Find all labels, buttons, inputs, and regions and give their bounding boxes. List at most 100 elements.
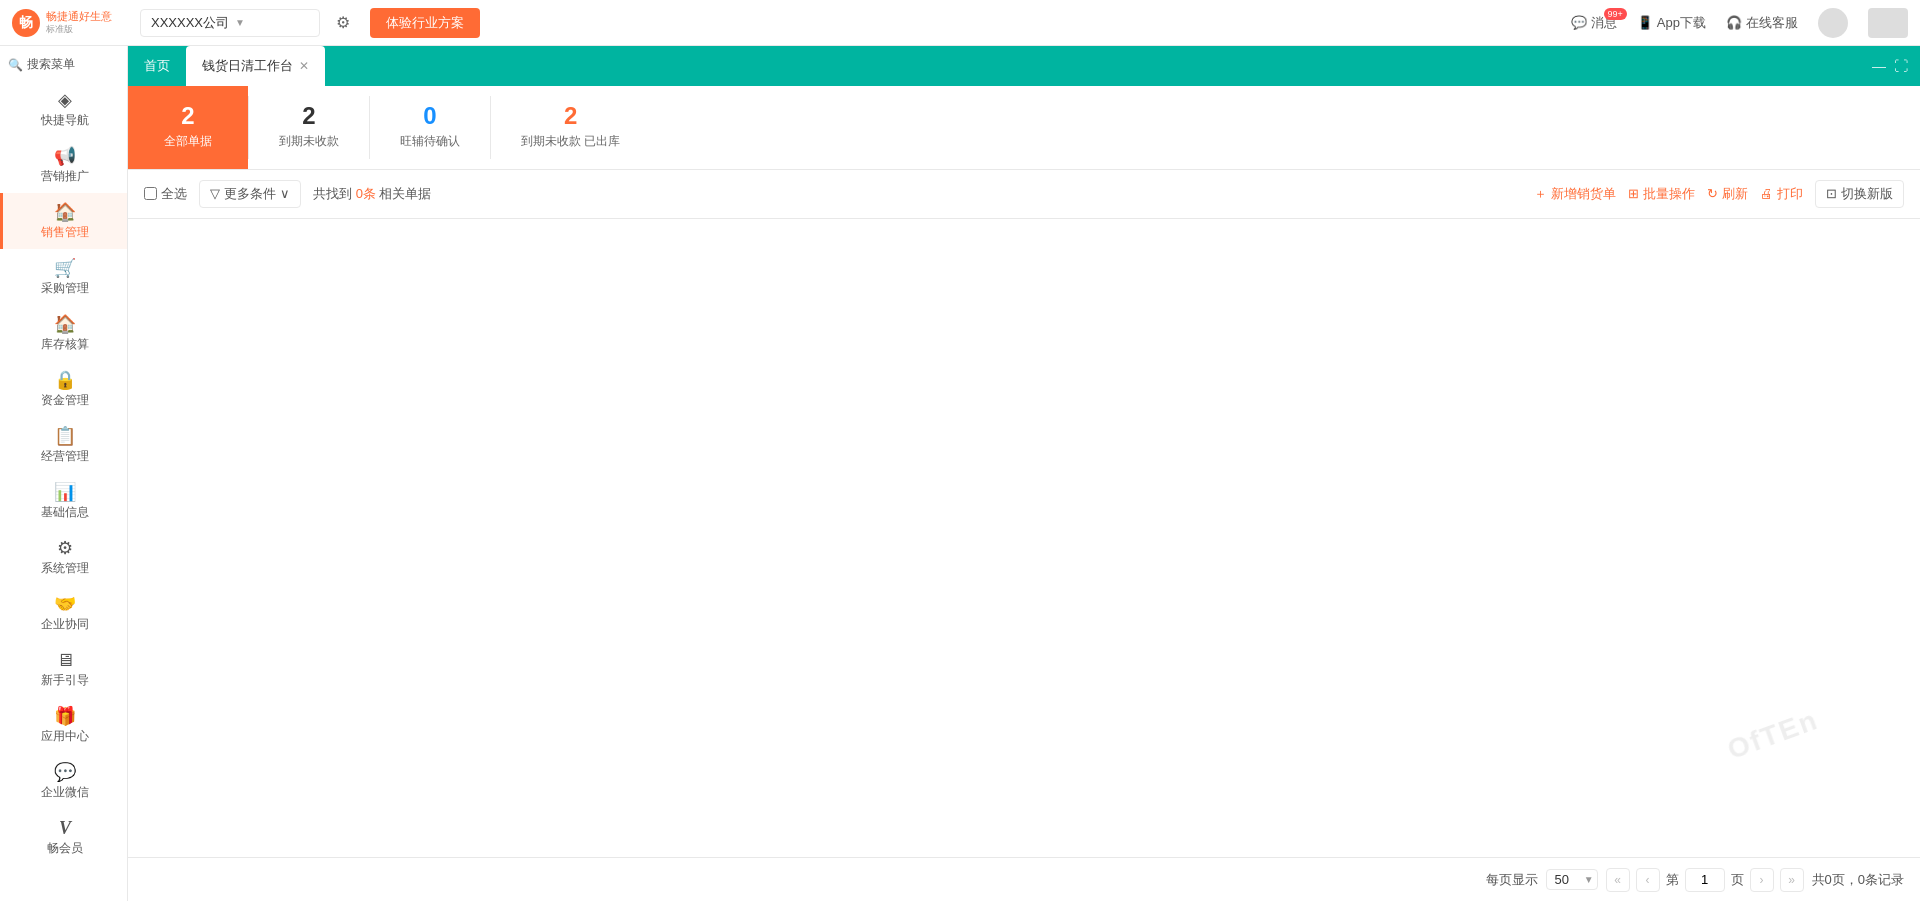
sidebar-item-system[interactable]: ⚙ 系统管理 [0,529,127,585]
header-right: 💬 消息 99+ 📱 App下载 🎧 在线客服 [1571,8,1908,38]
online-service-label: 在线客服 [1746,14,1798,32]
stat-label-overdue: 到期未收款 [279,133,339,150]
sidebar-item-app-center[interactable]: 🎁 应用中心 [0,697,127,753]
page-label-prefix: 第 [1666,871,1679,889]
toolbar-right: ＋ 新增销货单 ⊞ 批量操作 ↻ 刷新 🖨 打印 [1534,180,1904,208]
total-text: 共0页，0条记录 [1812,871,1904,889]
add-icon: ＋ [1534,185,1547,203]
page-number-input[interactable] [1685,868,1725,892]
stat-num-overdue-out: 2 [564,102,577,131]
finance-label: 资金管理 [41,392,89,409]
stat-card-overdue[interactable]: 2 到期未收款 [249,86,369,169]
search-icon: 🔍 [8,58,23,72]
stat-card-all[interactable]: 2 全部单据 [128,86,248,169]
messages-badge: 99+ [1604,8,1627,20]
sidebar-item-purchase[interactable]: 🛒 采购管理 [0,249,127,305]
sidebar-item-wechat[interactable]: 💬 企业微信 [0,753,127,809]
online-service-button[interactable]: 🎧 在线客服 [1726,14,1798,32]
sidebar-item-sales[interactable]: 🏠 销售管理 [0,193,127,249]
select-all-label: 全选 [161,185,187,203]
logo-area: 畅 畅捷通好生意 标准版 [12,9,140,37]
cooperation-label: 企业协同 [41,616,89,633]
per-page-selector-wrap: 50 100 200 ▼ [1546,869,1598,890]
sidebar-item-quick-nav[interactable]: ◈ 快捷导航 [0,81,127,137]
refresh-icon: ↻ [1707,186,1718,201]
prev-page-button[interactable]: ‹ [1636,868,1660,892]
app-download-button[interactable]: 📱 App下载 [1637,14,1706,32]
operation-label: 经营管理 [41,448,89,465]
app-download-label: App下载 [1657,14,1706,32]
operation-icon: 📋 [54,427,76,445]
sidebar-item-member[interactable]: V 畅会员 [0,809,127,865]
per-page-label: 每页显示 [1486,871,1538,889]
app-center-label: 应用中心 [41,728,89,745]
stat-label-overdue-out: 到期未收款 已出库 [521,133,620,150]
sidebar-item-guide[interactable]: 🖥 新手引导 [0,641,127,697]
company-selector[interactable]: XXXXXX公司 ▼ [140,9,320,37]
purchase-label: 采购管理 [41,280,89,297]
quick-nav-icon: ◈ [58,91,72,109]
sidebar-item-cooperation[interactable]: 🤝 企业协同 [0,585,127,641]
print-label: 打印 [1777,185,1803,203]
settings-icon[interactable]: ⚙ [328,8,358,38]
stat-num-all: 2 [181,102,194,131]
table-area [128,219,1920,857]
tab-workbench[interactable]: 钱货日清工作台 ✕ [186,46,325,86]
tab-maximize-icon[interactable]: ⛶ [1894,58,1908,74]
found-suffix: 相关单据 [379,186,431,201]
wechat-icon: 💬 [54,763,76,781]
guide-label: 新手引导 [41,672,89,689]
messages-button[interactable]: 💬 消息 99+ [1571,14,1617,32]
purchase-icon: 🛒 [54,259,76,277]
last-page-button[interactable]: » [1780,868,1804,892]
page-content: 2 全部单据 2 到期未收款 0 旺辅待确认 2 到期未收款 已出库 [128,86,1920,901]
filter-icon: ▽ [210,186,220,201]
finance-icon: 🔒 [54,371,76,389]
stat-card-pending[interactable]: 0 旺辅待确认 [370,86,490,169]
inventory-label: 库存核算 [41,336,89,353]
filter-button[interactable]: ▽ 更多条件 ∨ [199,180,301,208]
tab-bar-right: — ⛶ [1872,58,1920,74]
per-page-select[interactable]: 50 100 200 [1546,869,1598,890]
filter-chevron: ∨ [280,186,290,201]
sidebar-item-finance[interactable]: 🔒 资金管理 [0,361,127,417]
sales-label: 销售管理 [41,224,89,241]
sidebar-item-search-menu[interactable]: 🔍 搜索菜单 [0,46,127,81]
search-menu-label: 搜索菜单 [27,56,75,73]
refresh-button[interactable]: ↻ 刷新 [1707,185,1748,203]
system-label: 系统管理 [41,560,89,577]
sidebar-item-basic-info[interactable]: 📊 基础信息 [0,473,127,529]
member-label: 畅会员 [47,840,83,857]
print-button[interactable]: 🖨 打印 [1760,185,1803,203]
tab-home[interactable]: 首页 [128,46,186,86]
switch-label: 切换新版 [1841,185,1893,203]
tab-workbench-label: 钱货日清工作台 [202,57,293,75]
select-all-input[interactable] [144,187,157,200]
logo-text: 畅捷通好生意 [46,9,112,23]
message-icon: 💬 [1571,15,1587,30]
trial-button[interactable]: 体验行业方案 [370,8,480,38]
tab-minimize-icon[interactable]: — [1872,58,1886,74]
sidebar-item-marketing[interactable]: 📢 营销推广 [0,137,127,193]
stat-card-overdue-out[interactable]: 2 到期未收款 已出库 [491,86,650,169]
sidebar-item-operation[interactable]: 📋 经营管理 [0,417,127,473]
select-all-checkbox[interactable]: 全选 [144,185,187,203]
marketing-icon: 📢 [54,147,76,165]
user-avatar[interactable] [1818,8,1848,38]
sidebar-item-inventory[interactable]: 🏠 库存核算 [0,305,127,361]
add-sale-button[interactable]: ＋ 新增销货单 [1534,185,1616,203]
user-name-area[interactable] [1868,8,1908,38]
stat-num-pending: 0 [423,102,436,131]
service-icon: 🎧 [1726,15,1742,30]
logo-badge: 标准版 [46,23,112,36]
first-page-button[interactable]: « [1606,868,1630,892]
sales-icon: 🏠 [54,203,76,221]
tab-close-icon[interactable]: ✕ [299,59,309,73]
stat-label-all: 全部单据 [164,133,212,150]
next-page-button[interactable]: › [1750,868,1774,892]
switch-button[interactable]: ⊡ 切换新版 [1815,180,1904,208]
cooperation-icon: 🤝 [54,595,76,613]
tab-home-label: 首页 [144,57,170,75]
switch-icon: ⊡ [1826,186,1837,201]
batch-button[interactable]: ⊞ 批量操作 [1628,185,1695,203]
